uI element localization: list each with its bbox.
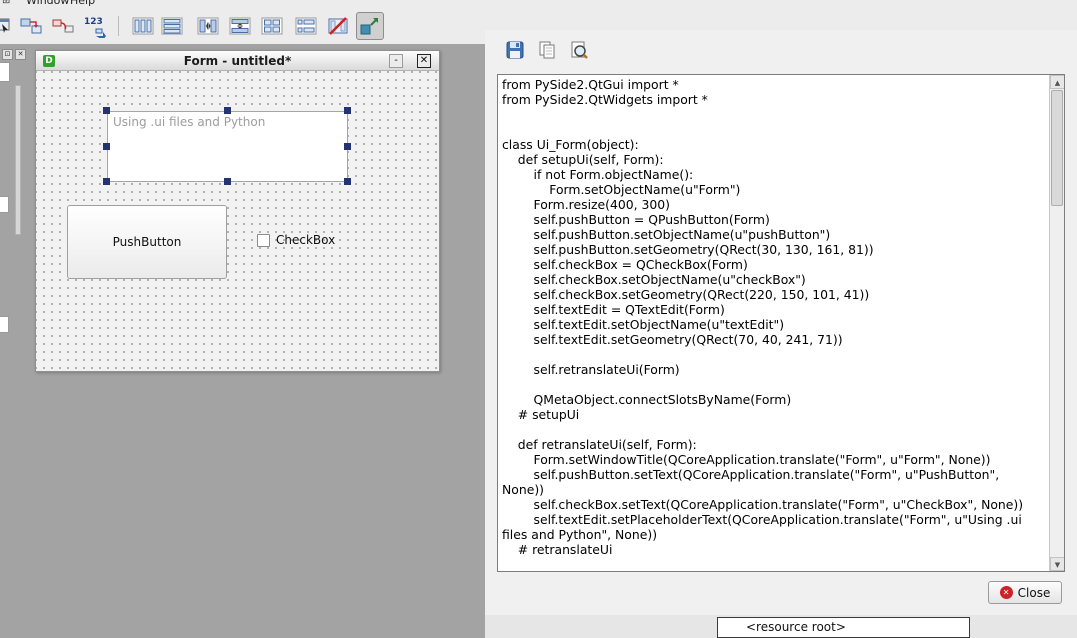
form-titlebar[interactable]: D Form - untitled* - ✕ [36, 51, 439, 71]
code-view[interactable]: from PySide2.QtGui import * from PySide2… [497, 74, 1065, 572]
find-icon[interactable] [567, 38, 591, 62]
layout-horizontally-splitter-icon[interactable] [195, 13, 221, 39]
close-button[interactable]: ✕ Close [988, 581, 1062, 604]
close-button-label: Close [1018, 586, 1051, 600]
selection-handle-e[interactable] [344, 143, 351, 150]
layout-vertically-icon[interactable] [159, 13, 185, 39]
menubar: ⊞ Window Help [0, 0, 1077, 8]
textedit-widget[interactable]: Using .ui files and Python [107, 111, 348, 182]
form-title: Form - untitled* [36, 54, 439, 68]
form-minimize-button[interactable]: - [389, 54, 403, 68]
resource-root-item[interactable]: <resource root> [717, 617, 970, 638]
layout-grid-icon[interactable] [259, 13, 285, 39]
code-text[interactable]: from PySide2.QtGui import * from PySide2… [498, 75, 1048, 559]
textedit-placeholder: Using .ui files and Python [108, 112, 347, 132]
scrollbar-thumb[interactable] [1051, 90, 1063, 206]
dock-close-icon[interactable]: ✕ [15, 49, 26, 60]
layout-horizontally-icon[interactable] [130, 13, 156, 39]
qt-designer-window: ⊞ Window Help 123 [0, 0, 1077, 638]
form-close-button[interactable]: ✕ [417, 54, 431, 68]
dock-fragment [0, 196, 9, 213]
menu-help[interactable]: Help [70, 0, 95, 7]
edit-signals-slots-icon[interactable] [18, 13, 44, 39]
dock-filter-fragment [0, 62, 10, 82]
checkbox-label: CheckBox [276, 233, 335, 247]
menu-window[interactable]: Window [26, 0, 69, 7]
close-button-icon: ✕ [1000, 586, 1013, 599]
scroll-down-icon[interactable]: ▼ [1050, 557, 1065, 571]
selection-handle-s[interactable] [224, 178, 231, 185]
checkbox-widget[interactable]: CheckBox [257, 233, 335, 247]
break-layout-icon[interactable] [325, 13, 351, 39]
selection-handle-n[interactable] [224, 107, 231, 114]
adjust-size-icon[interactable] [356, 12, 384, 40]
selection-handle-se[interactable] [344, 178, 351, 185]
form-editor-window: D Form - untitled* - ✕ Using .ui files a… [35, 50, 440, 372]
edit-tab-order-icon[interactable]: 123 [82, 13, 108, 39]
toolbar-separator [118, 16, 119, 36]
scroll-up-icon[interactable]: ▲ [1050, 75, 1065, 89]
tab-order-arrow [95, 28, 107, 38]
tab-order-label: 123 [84, 17, 103, 27]
save-icon[interactable] [503, 38, 527, 62]
code-preview-dialog: from PySide2.QtGui import * from PySide2… [485, 30, 1077, 615]
menu-grip-icon: ⊞ [2, 0, 10, 6]
dock-fragment [0, 316, 9, 333]
edit-buddies-icon[interactable] [50, 13, 76, 39]
selection-handle-sw[interactable] [103, 178, 110, 185]
selection-handle-w[interactable] [103, 143, 110, 150]
main-toolbar: 123 [0, 8, 485, 44]
layout-form-icon[interactable] [293, 13, 319, 39]
resource-browser-fragment: <resource root> [485, 615, 1077, 638]
edit-widgets-icon[interactable] [0, 13, 16, 39]
dock-scrollbar-fragment[interactable] [15, 85, 21, 235]
pushbutton-widget[interactable]: PushButton [67, 205, 227, 279]
mdi-area: ⊡ ✕ D Form - untitled* - ✕ Using .ui fil… [0, 44, 485, 638]
checkbox-indicator[interactable] [257, 234, 270, 247]
selection-handle-ne[interactable] [344, 107, 351, 114]
copy-icon[interactable] [535, 38, 559, 62]
form-canvas[interactable]: Using .ui files and Python PushButton Ch… [36, 71, 439, 371]
layout-vertically-splitter-icon[interactable] [227, 13, 253, 39]
code-vertical-scrollbar[interactable]: ▲ ▼ [1049, 75, 1064, 571]
selection-handle-nw[interactable] [103, 107, 110, 114]
dock-restore-icon[interactable]: ⊡ [2, 49, 13, 60]
resource-root-label: <resource root> [746, 620, 846, 634]
